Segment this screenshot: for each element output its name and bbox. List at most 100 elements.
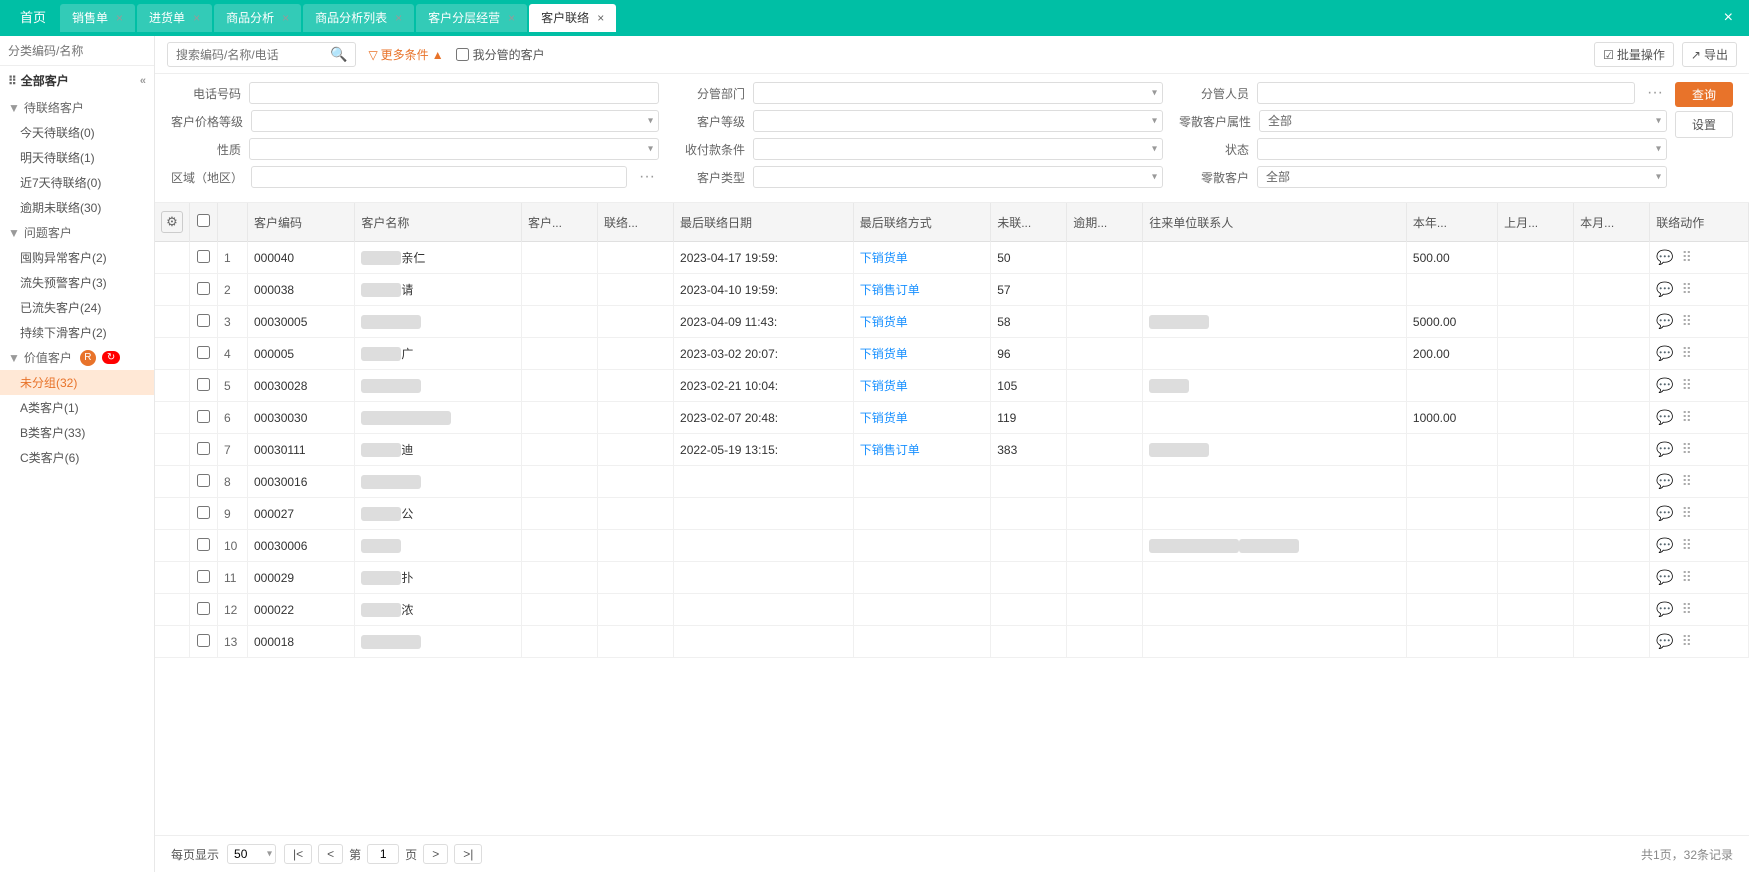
query-button[interactable]: 查询 bbox=[1675, 82, 1733, 107]
row-checkbox[interactable] bbox=[197, 506, 210, 519]
cust-type-select[interactable] bbox=[753, 166, 1163, 188]
close-purchase-tab[interactable]: × bbox=[193, 4, 200, 32]
last-contact-way[interactable]: 下销售订单 bbox=[860, 283, 920, 297]
tab-purchase[interactable]: 进货单 × bbox=[137, 4, 212, 32]
payment-select[interactable] bbox=[753, 138, 1163, 160]
all-customers-header[interactable]: ⠿ 全部客户 « bbox=[0, 66, 154, 95]
close-customer-mgr-tab[interactable]: × bbox=[508, 4, 515, 32]
tab-home[interactable]: 首页 bbox=[8, 4, 58, 32]
export-button[interactable]: ↗ 导出 bbox=[1682, 42, 1737, 67]
message-icon[interactable]: 💬 bbox=[1656, 441, 1673, 458]
message-icon[interactable]: 💬 bbox=[1656, 409, 1673, 426]
tab-customer-contact[interactable]: 客户联络 × bbox=[529, 4, 616, 32]
search-icon-filter[interactable]: 🔍 bbox=[330, 46, 347, 63]
row-checkbox[interactable] bbox=[197, 250, 210, 263]
sidebar-search-input[interactable] bbox=[8, 44, 155, 58]
page-number-input[interactable] bbox=[367, 844, 399, 864]
last-contact-way[interactable]: 下销货单 bbox=[860, 347, 908, 361]
more-filters-btn[interactable]: ▽ 更多条件 ▲ bbox=[368, 46, 443, 63]
grid-action-icon[interactable]: ⠿ bbox=[1682, 473, 1692, 490]
row-checkbox[interactable] bbox=[197, 474, 210, 487]
batch-ops-button[interactable]: ☑ 批量操作 bbox=[1594, 42, 1674, 67]
group-problem-customers[interactable]: ▼ 问题客户 bbox=[0, 220, 154, 245]
last-contact-way[interactable]: 下销货单 bbox=[860, 379, 908, 393]
message-icon[interactable]: 💬 bbox=[1656, 505, 1673, 522]
last-contact-way[interactable]: 下销货单 bbox=[860, 251, 908, 265]
nature-select[interactable] bbox=[249, 138, 659, 160]
last-page-btn[interactable]: >| bbox=[454, 844, 482, 864]
row-checkbox[interactable] bbox=[197, 602, 210, 615]
row-checkbox[interactable] bbox=[197, 410, 210, 423]
close-sales-tab[interactable]: × bbox=[116, 4, 123, 32]
message-icon[interactable]: 💬 bbox=[1656, 569, 1673, 586]
message-icon[interactable]: 💬 bbox=[1656, 377, 1673, 394]
sidebar-item-class-c[interactable]: C类客户(6) bbox=[0, 445, 154, 470]
sidebar-item-class-a[interactable]: A类客户(1) bbox=[0, 395, 154, 420]
message-icon[interactable]: 💬 bbox=[1656, 281, 1673, 298]
grid-action-icon[interactable]: ⠿ bbox=[1682, 409, 1692, 426]
sidebar-item-declining[interactable]: 持续下滑客户(2) bbox=[0, 320, 154, 345]
group-pending-contact[interactable]: ▼ 待联络客户 bbox=[0, 95, 154, 120]
nav-close-button[interactable]: × bbox=[1716, 9, 1741, 27]
close-analysis-list-tab[interactable]: × bbox=[395, 4, 402, 32]
message-icon[interactable]: 💬 bbox=[1656, 345, 1673, 362]
message-icon[interactable]: 💬 bbox=[1656, 473, 1673, 490]
sidebar-item-ungrouped[interactable]: 未分组(32) bbox=[0, 370, 154, 395]
phone-input[interactable] bbox=[249, 82, 659, 104]
close-analysis-tab[interactable]: × bbox=[282, 4, 289, 32]
page-size-select[interactable]: 20 50 100 bbox=[227, 844, 276, 864]
retail-cust-select[interactable]: 全部 bbox=[1257, 166, 1667, 188]
cust-level-select[interactable] bbox=[753, 110, 1163, 132]
grid-action-icon[interactable]: ⠿ bbox=[1682, 345, 1692, 362]
my-customers-check[interactable] bbox=[456, 48, 469, 61]
group-value-customers[interactable]: ▼ 价值客户 R ↻ bbox=[0, 345, 154, 370]
region-input[interactable] bbox=[251, 166, 627, 188]
row-checkbox[interactable] bbox=[197, 378, 210, 391]
sidebar-item-tomorrow[interactable]: 明天待联络(1) bbox=[0, 145, 154, 170]
next-page-btn[interactable]: > bbox=[423, 844, 448, 864]
reset-button[interactable]: 设置 bbox=[1675, 111, 1733, 138]
message-icon[interactable]: 💬 bbox=[1656, 249, 1673, 266]
select-all-checkbox[interactable] bbox=[197, 214, 210, 227]
message-icon[interactable]: 💬 bbox=[1656, 313, 1673, 330]
grid-action-icon[interactable]: ⠿ bbox=[1682, 633, 1692, 650]
message-icon[interactable]: 💬 bbox=[1656, 633, 1673, 650]
sidebar-item-overdue[interactable]: 逾期未联络(30) bbox=[0, 195, 154, 220]
row-checkbox[interactable] bbox=[197, 282, 210, 295]
message-icon[interactable]: 💬 bbox=[1656, 537, 1673, 554]
sidebar-item-7days[interactable]: 近7天待联络(0) bbox=[0, 170, 154, 195]
sidebar-item-lost[interactable]: 已流失客户(24) bbox=[0, 295, 154, 320]
region-dots[interactable]: ··· bbox=[635, 168, 659, 186]
staff-input[interactable] bbox=[1257, 82, 1635, 104]
sidebar-item-class-b[interactable]: B类客户(33) bbox=[0, 420, 154, 445]
sidebar-item-today[interactable]: 今天待联络(0) bbox=[0, 120, 154, 145]
prev-page-btn[interactable]: < bbox=[318, 844, 343, 864]
last-contact-way[interactable]: 下销售订单 bbox=[860, 443, 920, 457]
last-contact-way[interactable]: 下销货单 bbox=[860, 411, 908, 425]
grid-action-icon[interactable]: ⠿ bbox=[1682, 537, 1692, 554]
tab-analysis[interactable]: 商品分析 × bbox=[214, 4, 301, 32]
last-contact-way[interactable]: 下销货单 bbox=[860, 315, 908, 329]
staff-dots[interactable]: ··· bbox=[1643, 84, 1667, 102]
grid-action-icon[interactable]: ⠿ bbox=[1682, 377, 1692, 394]
sidebar-item-abnormal[interactable]: 囤购异常客户(2) bbox=[0, 245, 154, 270]
row-checkbox[interactable] bbox=[197, 570, 210, 583]
message-icon[interactable]: 💬 bbox=[1656, 601, 1673, 618]
grid-action-icon[interactable]: ⠿ bbox=[1682, 601, 1692, 618]
grid-action-icon[interactable]: ⠿ bbox=[1682, 441, 1692, 458]
first-page-btn[interactable]: |< bbox=[284, 844, 312, 864]
tab-analysis-list[interactable]: 商品分析列表 × bbox=[303, 4, 414, 32]
price-level-select[interactable] bbox=[251, 110, 659, 132]
my-customers-checkbox[interactable]: 我分管的客户 bbox=[456, 46, 545, 63]
row-checkbox[interactable] bbox=[197, 442, 210, 455]
grid-action-icon[interactable]: ⠿ bbox=[1682, 505, 1692, 522]
grid-action-icon[interactable]: ⠿ bbox=[1682, 281, 1692, 298]
row-checkbox[interactable] bbox=[197, 314, 210, 327]
row-checkbox[interactable] bbox=[197, 346, 210, 359]
close-customer-contact-tab[interactable]: × bbox=[597, 4, 604, 32]
row-checkbox[interactable] bbox=[197, 634, 210, 647]
tab-customer-mgr[interactable]: 客户分层经营 × bbox=[416, 4, 527, 32]
dept-select[interactable] bbox=[753, 82, 1163, 104]
search-input[interactable] bbox=[176, 48, 326, 62]
tab-sales[interactable]: 销售单 × bbox=[60, 4, 135, 32]
